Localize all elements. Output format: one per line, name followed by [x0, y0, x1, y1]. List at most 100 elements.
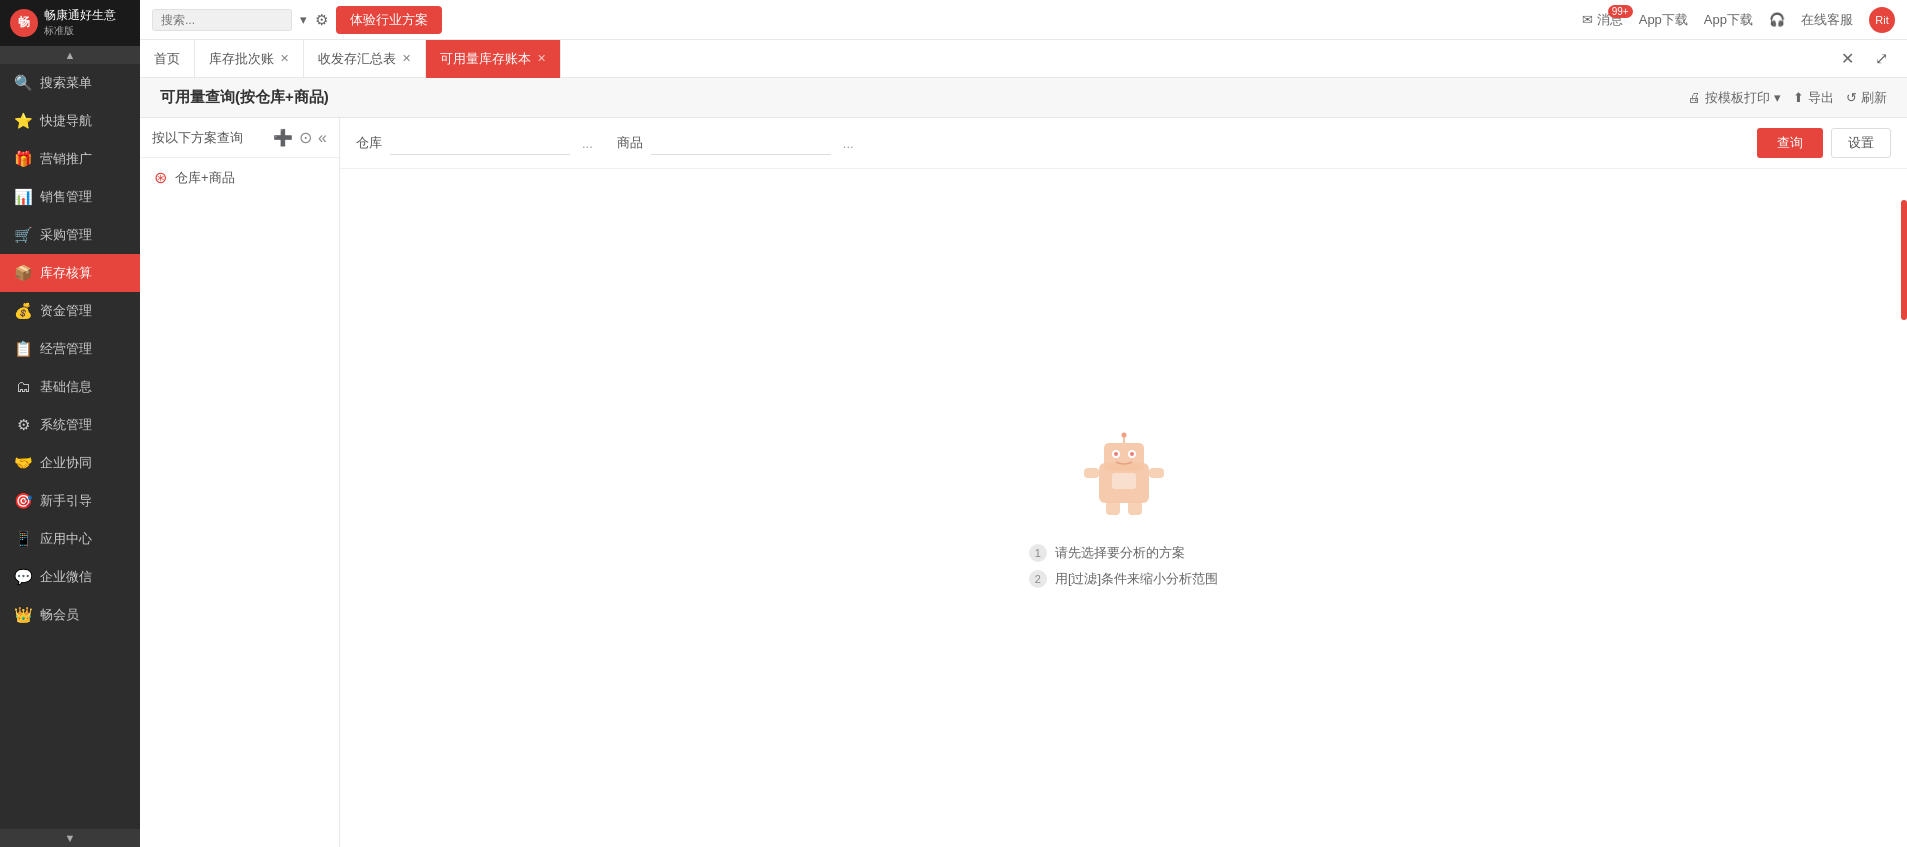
sidebar-item-shortcut[interactable]: ⭐ 快捷导航	[0, 102, 140, 140]
main-area: ▾ ⚙ 体验行业方案 ✉ 99+ 消息 App下载 App下载 🎧 在线客服 R…	[140, 0, 1907, 847]
tab-home[interactable]: 首页	[140, 40, 195, 78]
tab-collect-close[interactable]: ✕	[402, 52, 411, 65]
user-avatar-text: Rit	[1875, 14, 1888, 26]
sidebar-label-sales: 销售管理	[40, 188, 92, 206]
settings-button[interactable]: 设置	[1831, 128, 1891, 158]
goods-more-btn[interactable]: ...	[839, 134, 858, 153]
user-avatar[interactable]: Rit	[1869, 7, 1895, 33]
sidebar-label-shortcut: 快捷导航	[40, 112, 92, 130]
logo-name: 畅康通好生意	[44, 8, 116, 24]
sidebar-item-app-center[interactable]: 📱 应用中心	[0, 520, 140, 558]
tab-batch-close[interactable]: ✕	[280, 52, 289, 65]
refresh-label: 刷新	[1861, 89, 1887, 107]
sidebar-scroll-down[interactable]: ▼	[0, 829, 140, 847]
logo-icon: 畅	[10, 9, 38, 37]
refresh-icon: ↺	[1846, 90, 1857, 105]
scheme-label: 仓库+商品	[175, 169, 235, 187]
sidebar-item-cooperation[interactable]: 🤝 企业协同	[0, 444, 140, 482]
tip-text-1: 请先选择要分析的方案	[1055, 544, 1185, 562]
add-scheme-icon[interactable]: ➕	[273, 128, 293, 147]
warehouse-label: 仓库	[356, 134, 382, 152]
logo-edition: 标准版	[44, 24, 116, 38]
inventory-icon: 📦	[14, 264, 32, 282]
sidebar-item-sales[interactable]: 📊 销售管理	[0, 178, 140, 216]
sidebar-item-wechat[interactable]: 💬 企业微信	[0, 558, 140, 596]
page-header: 可用量查询(按仓库+商品) 🖨 按模板打印 ▾ ⬆ 导出 ↺ 刷新	[140, 78, 1907, 118]
export-label: 导出	[1808, 89, 1834, 107]
app-download-text[interactable]: App下载	[1704, 11, 1753, 29]
sidebar-item-member[interactable]: 👑 畅会员	[0, 596, 140, 634]
sidebar-nav: 🔍 搜索菜单 ⭐ 快捷导航 🎁 营销推广 📊 销售管理 🛒 采购管理 📦 库存核…	[0, 64, 140, 829]
svg-point-5	[1130, 452, 1134, 456]
marketing-icon: 🎁	[14, 150, 32, 168]
shortcut-icon: ⭐	[14, 112, 32, 130]
search-icon: 🔍	[14, 74, 32, 92]
tip-item-2: 2 用[过滤]条件来缩小分析范围	[1029, 570, 1218, 588]
sidebar-item-system[interactable]: ⚙ 系统管理	[0, 406, 140, 444]
topbar-search-input[interactable]	[152, 9, 292, 31]
system-icon: ⚙	[14, 416, 32, 434]
print-dropdown-icon[interactable]: ▾	[1774, 90, 1781, 105]
sidebar-label-inventory: 库存核算	[40, 264, 92, 282]
sidebar-item-purchase[interactable]: 🛒 采购管理	[0, 216, 140, 254]
warehouse-input[interactable]	[390, 131, 570, 155]
sidebar-item-search[interactable]: 🔍 搜索菜单	[0, 64, 140, 102]
app-download-link[interactable]: App下载	[1639, 11, 1688, 29]
sidebar-item-marketing[interactable]: 🎁 营销推广	[0, 140, 140, 178]
tab-expand-icon[interactable]: ⤢	[1867, 45, 1895, 73]
sidebar-item-operation[interactable]: 📋 经营管理	[0, 330, 140, 368]
sidebar-label-finance: 资金管理	[40, 302, 92, 320]
member-icon: 👑	[14, 606, 32, 624]
finance-icon: 💰	[14, 302, 32, 320]
svg-rect-9	[1149, 468, 1164, 478]
filter-panel-title: 按以下方案查询	[152, 129, 243, 147]
warehouse-field: 仓库 ...	[356, 131, 597, 155]
empty-illustration	[1074, 428, 1174, 528]
online-service-link[interactable]: 在线客服	[1801, 11, 1853, 29]
sidebar-scroll-up[interactable]: ▲	[0, 46, 140, 64]
trial-button[interactable]: 体验行业方案	[336, 6, 442, 34]
tab-available-account[interactable]: 可用量库存账本 ✕	[426, 40, 561, 78]
tab-batch-account[interactable]: 库存批次账 ✕	[195, 40, 304, 78]
tip-num-2: 2	[1029, 570, 1047, 588]
operation-icon: 📋	[14, 340, 32, 358]
tab-close-all-icon[interactable]: ✕	[1833, 45, 1861, 73]
sidebar-label-newbie: 新手引导	[40, 492, 92, 510]
message-icon-wrapper[interactable]: ✉ 99+ 消息	[1582, 11, 1623, 29]
collapse-panel-icon[interactable]: «	[318, 129, 327, 147]
tip-text-2: 用[过滤]条件来缩小分析范围	[1055, 570, 1218, 588]
purchase-icon: 🛒	[14, 226, 32, 244]
sidebar-item-newbie[interactable]: 🎯 新手引导	[0, 482, 140, 520]
sidebar-item-finance[interactable]: 💰 资金管理	[0, 292, 140, 330]
scheme-icon: ⊛	[154, 168, 167, 187]
goods-input[interactable]	[651, 131, 831, 155]
scheme-warehouse-goods[interactable]: ⊛ 仓库+商品	[140, 158, 339, 197]
empty-state: 1 请先选择要分析的方案 2 用[过滤]条件来缩小分析范围	[340, 169, 1907, 847]
page-title: 可用量查询(按仓库+商品)	[160, 88, 329, 107]
sidebar-label-system: 系统管理	[40, 416, 92, 434]
topbar: ▾ ⚙ 体验行业方案 ✉ 99+ 消息 App下载 App下载 🎧 在线客服 R…	[140, 0, 1907, 40]
wechat-icon: 💬	[14, 568, 32, 586]
export-action[interactable]: ⬆ 导出	[1793, 89, 1834, 107]
print-action[interactable]: 🖨 按模板打印 ▾	[1688, 89, 1781, 107]
warehouse-more-btn[interactable]: ...	[578, 134, 597, 153]
basic-icon: 🗂	[14, 378, 32, 395]
query-fields-bar: 仓库 ... 商品 ... 查询 设置	[340, 118, 1907, 169]
settings-scheme-icon[interactable]: ⊙	[299, 128, 312, 147]
tabs-actions: ✕ ⤢	[1833, 45, 1907, 73]
sidebar-label-member: 畅会员	[40, 606, 79, 624]
refresh-action[interactable]: ↺ 刷新	[1846, 89, 1887, 107]
sidebar-item-basic[interactable]: 🗂 基础信息	[0, 368, 140, 406]
sidebar-item-inventory[interactable]: 📦 库存核算	[0, 254, 140, 292]
content-area: 按以下方案查询 ➕ ⊙ « ⊛ 仓库+商品 仓库 ...	[140, 118, 1907, 847]
tab-available-close[interactable]: ✕	[537, 52, 546, 65]
svg-point-4	[1114, 452, 1118, 456]
sidebar-label-basic: 基础信息	[40, 378, 92, 396]
sales-icon: 📊	[14, 188, 32, 206]
query-button[interactable]: 查询	[1757, 128, 1823, 158]
topbar-gear-icon[interactable]: ⚙	[315, 11, 328, 29]
sidebar-label-operation: 经营管理	[40, 340, 92, 358]
svg-rect-12	[1112, 473, 1136, 489]
tab-collect-account[interactable]: 收发存汇总表 ✕	[304, 40, 426, 78]
topbar-dropdown-icon[interactable]: ▾	[300, 12, 307, 27]
